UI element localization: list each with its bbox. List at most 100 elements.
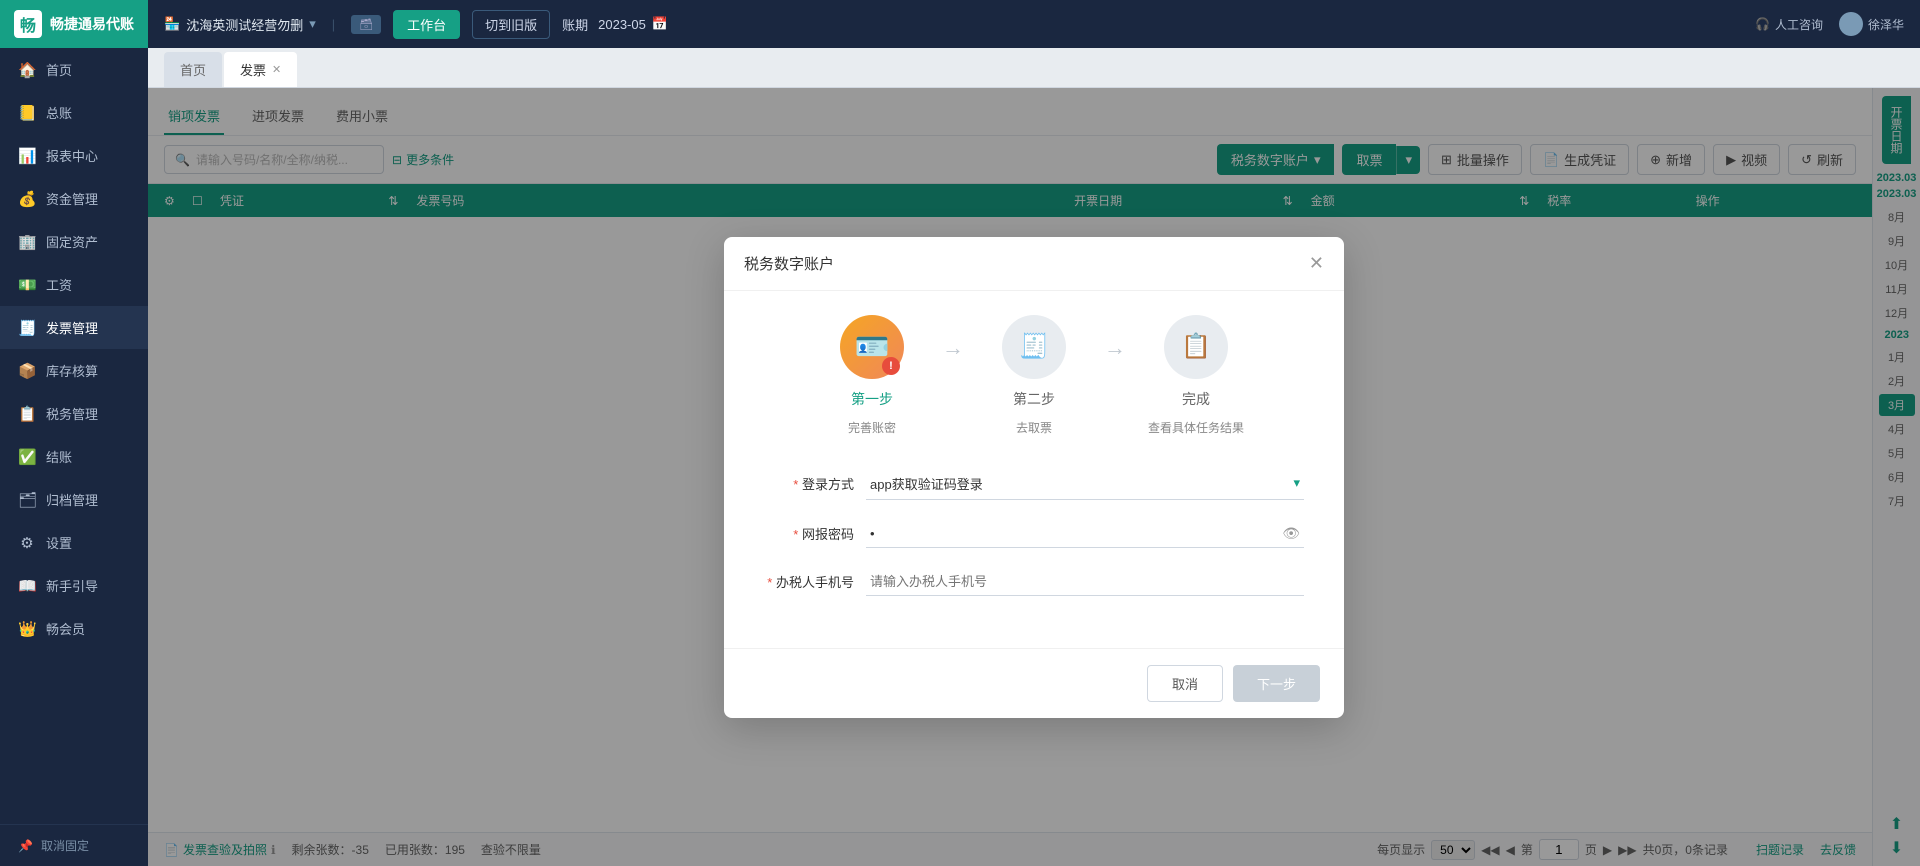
workbench-button[interactable]: 工作台 — [393, 10, 460, 39]
headset-icon: 🎧 — [1755, 17, 1770, 31]
reports-icon: 📊 — [18, 147, 36, 165]
phone-label: * 办税人手机号 — [764, 572, 854, 591]
sep1: | — [332, 17, 335, 32]
sidebar-item-tax[interactable]: 📋 税务管理 — [0, 392, 148, 435]
settle-icon: ✅ — [18, 448, 36, 466]
step-1-icon-wrap: 🪪 ! — [840, 315, 904, 379]
logo-text: 畅捷通易代账 — [50, 14, 134, 34]
assets-icon: 🏢 — [18, 233, 36, 251]
avatar — [1839, 12, 1863, 36]
step-arrow-1: → — [942, 315, 964, 361]
support-button[interactable]: 🎧 人工咨询 — [1755, 16, 1823, 33]
tab-invoice[interactable]: 发票 ✕ — [224, 52, 297, 87]
main-area: 🏪 沈海英测试经营勿删 ▾ | 🗃 工作台 切到旧版 账期 2023-05 📅 … — [148, 0, 1920, 866]
sidebar-item-label: 固定资产 — [46, 232, 98, 251]
tax-digital-modal: 税务数字账户 ✕ 🪪 ! — [724, 237, 1344, 718]
step-3-label: 完成 — [1182, 389, 1210, 409]
modal-header: 税务数字账户 ✕ — [724, 237, 1344, 291]
sidebar-item-settings[interactable]: ⚙ 设置 — [0, 521, 148, 564]
period-value: 2023-05 — [598, 17, 646, 32]
member-icon: 👑 — [18, 620, 36, 638]
tax-icon: 📋 — [18, 405, 36, 423]
archive-icon-btn[interactable]: 🗃 — [351, 15, 381, 34]
password-row: * 网报密码 👁 — [764, 520, 1304, 548]
modal-footer: 取消 下一步 — [724, 648, 1344, 718]
password-input[interactable] — [866, 520, 1282, 547]
invoice-page: 销项发票 进项发票 费用小票 🔍 请输入号码/名称/全称/纳税... ⊟ 更多条… — [148, 88, 1920, 866]
login-method-value: app获取验证码登录 — [870, 474, 983, 493]
sidebar-logo: 畅 畅捷通易代账 — [0, 0, 148, 48]
step-2: 🧾 第二步 去取票 — [964, 315, 1104, 436]
step-1-badge: ! — [882, 357, 900, 375]
step-arrow-2: → — [1104, 315, 1126, 361]
sidebar-item-label: 资金管理 — [46, 189, 98, 208]
login-method-select[interactable]: app获取验证码登录 ▾ — [866, 468, 1304, 500]
content-area: 首页 发票 ✕ 销项发票 进项发票 费用小票 🔍 请输 — [148, 48, 1920, 866]
sidebar-item-label: 库存核算 — [46, 361, 98, 380]
company-icon: 🏪 — [164, 16, 180, 32]
topbar: 🏪 沈海英测试经营勿删 ▾ | 🗃 工作台 切到旧版 账期 2023-05 📅 … — [148, 0, 1920, 48]
topbar-right: 🎧 人工咨询 徐泽华 — [1755, 12, 1904, 36]
calendar-icon[interactable]: 📅 — [652, 16, 668, 32]
settings-icon: ⚙ — [18, 534, 36, 552]
step-2-label: 第二步 — [1013, 389, 1055, 409]
sidebar-item-label: 首页 — [46, 60, 72, 79]
company-selector[interactable]: 🏪 沈海英测试经营勿删 ▾ — [164, 15, 316, 34]
company-chevron-icon: ▾ — [309, 16, 316, 32]
sidebar-item-label: 报表中心 — [46, 146, 98, 165]
switch-version-button[interactable]: 切到旧版 — [472, 10, 550, 39]
sidebar-item-inventory[interactable]: 📦 库存核算 — [0, 349, 148, 392]
sidebar-item-invoice[interactable]: 🧾 发票管理 — [0, 306, 148, 349]
step-2-desc: 去取票 — [1016, 419, 1052, 436]
sidebar-bottom-label: 取消固定 — [41, 837, 89, 854]
select-chevron-icon: ▾ — [1293, 475, 1300, 491]
phone-field-wrap — [866, 568, 1304, 596]
password-field-wrap: 👁 — [866, 520, 1304, 548]
sidebar-item-reports[interactable]: 📊 报表中心 — [0, 134, 148, 177]
step-1-icon: 🪪 — [855, 330, 890, 363]
sidebar-item-member[interactable]: 👑 畅会员 — [0, 607, 148, 650]
sidebar-item-label: 结账 — [46, 447, 72, 466]
invoice-icon: 🧾 — [18, 319, 36, 337]
modal-close-button[interactable]: ✕ — [1309, 254, 1324, 272]
sidebar-item-label: 总账 — [46, 103, 72, 122]
next-button[interactable]: 下一步 — [1233, 665, 1320, 702]
funds-icon: 💰 — [18, 190, 36, 208]
tabbar: 首页 发票 ✕ — [148, 48, 1920, 88]
salary-icon: 💵 — [18, 276, 36, 294]
phone-input[interactable] — [866, 568, 1304, 595]
steps-indicator: 🪪 ! 第一步 完善账密 → 🧾 — [764, 315, 1304, 436]
sidebar-item-home[interactable]: 🏠 首页 — [0, 48, 148, 91]
sidebar-item-settle[interactable]: ✅ 结账 — [0, 435, 148, 478]
sidebar-item-label: 畅会员 — [46, 619, 85, 638]
sidebar-item-label: 新手引导 — [46, 576, 98, 595]
tab-close-icon[interactable]: ✕ — [272, 63, 281, 76]
sidebar-cancel-pin[interactable]: 📌 取消固定 — [0, 824, 148, 866]
sidebar-item-label: 税务管理 — [46, 404, 98, 423]
step-3-desc: 查看具体任务结果 — [1148, 419, 1244, 436]
user-button[interactable]: 徐泽华 — [1839, 12, 1904, 36]
logo-icon: 畅 — [14, 10, 42, 38]
modal-overlay: 税务数字账户 ✕ 🪪 ! — [148, 88, 1920, 866]
pin-icon: 📌 — [18, 839, 33, 853]
sidebar-item-label: 设置 — [46, 533, 72, 552]
login-method-label: * 登录方式 — [764, 474, 854, 493]
step-3-icon-wrap: 📋 — [1164, 315, 1228, 379]
tab-invoice-label: 发票 — [240, 60, 266, 79]
sidebar-item-archive[interactable]: 🗂 归档管理 — [0, 478, 148, 521]
password-label: * 网报密码 — [764, 524, 854, 543]
step-3: 📋 完成 查看具体任务结果 — [1126, 315, 1266, 436]
sidebar-item-ledger[interactable]: 📒 总账 — [0, 91, 148, 134]
sidebar: 畅 畅捷通易代账 🏠 首页 📒 总账 📊 报表中心 💰 资金管理 🏢 固定资产 … — [0, 0, 148, 866]
archive-icon: 🗂 — [18, 491, 36, 509]
eye-icon[interactable]: 👁 — [1282, 525, 1304, 542]
cancel-button[interactable]: 取消 — [1147, 665, 1223, 702]
sidebar-item-salary[interactable]: 💵 工资 — [0, 263, 148, 306]
tab-home[interactable]: 首页 — [164, 52, 222, 87]
sidebar-item-assets[interactable]: 🏢 固定资产 — [0, 220, 148, 263]
sidebar-item-guide[interactable]: 📖 新手引导 — [0, 564, 148, 607]
sidebar-item-funds[interactable]: 💰 资金管理 — [0, 177, 148, 220]
sidebar-item-label: 归档管理 — [46, 490, 98, 509]
period-label: 账期 — [562, 15, 588, 34]
sidebar-item-label: 工资 — [46, 275, 72, 294]
